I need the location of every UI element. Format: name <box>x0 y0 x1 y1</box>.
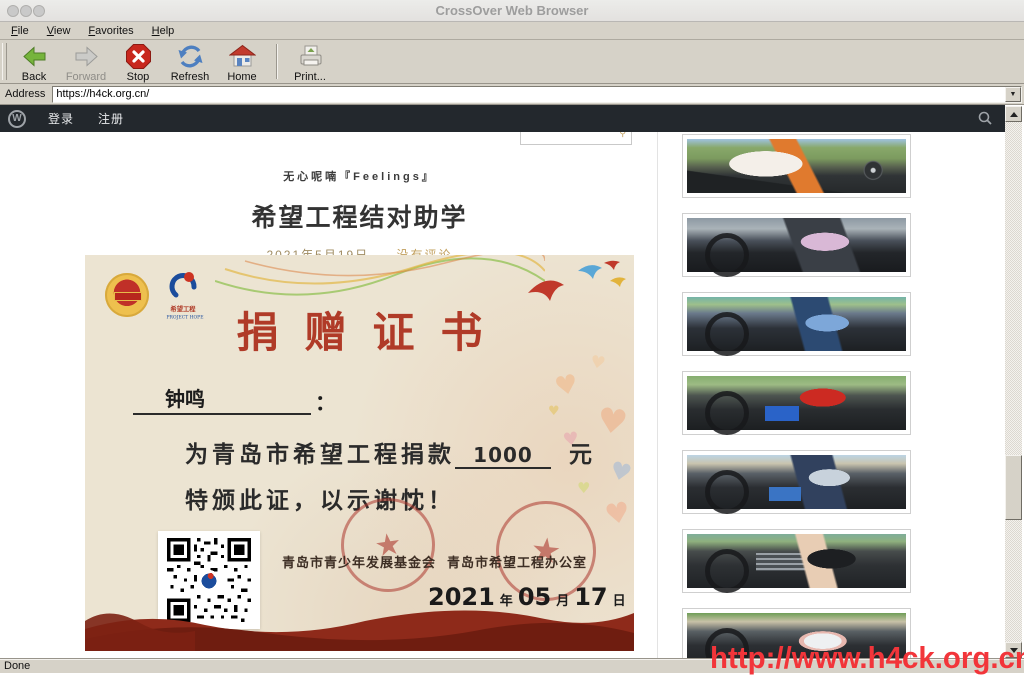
refresh-icon <box>178 45 202 67</box>
post-header: 无心呢喃『Feelings』 希望工程结对助学 2021年5月19日 没有评论 <box>85 132 634 263</box>
watermark-url: http://www.h4ck.org.cn <box>710 640 1024 675</box>
up-arrow-icon <box>1009 111 1018 117</box>
menu-item-file[interactable]: File <box>2 23 38 39</box>
title-bar: CrossOver Web Browser <box>0 0 1024 22</box>
status-text: Done <box>4 660 31 672</box>
scrollbar-thumb[interactable] <box>1005 455 1022 520</box>
recipient-name: 钟鸣 <box>165 387 205 411</box>
flying-birds-decoration <box>528 260 626 301</box>
project-hope-swirl-icon <box>169 272 197 298</box>
post-title: 希望工程结对助学 <box>251 204 468 232</box>
certificate-title: 捐赠证书 <box>236 308 509 357</box>
donation-certificate-image: 希望工程 PROJECT HOPE 捐赠证书 ♥ ♥ ♥ ♥ ♥ ♥ ♥ ♥ 钟… <box>85 255 634 651</box>
print-icon <box>300 45 321 65</box>
page-viewport: ⚲ 无心呢喃『Feelings』 希望工程结对助学 2021年5月19日 没有评… <box>0 132 1005 658</box>
sidebar-thumbnail-6[interactable] <box>683 530 910 594</box>
back-arrow-icon <box>22 45 45 67</box>
forward-arrow-icon <box>75 45 98 67</box>
home-icon <box>228 44 256 66</box>
post-category-link[interactable]: 无心呢喃『Feelings』 <box>85 168 634 184</box>
address-input[interactable] <box>53 87 1005 101</box>
red-waves-decoration <box>85 610 634 651</box>
address-dropdown-button[interactable]: ▼ <box>1005 86 1021 102</box>
browser-toolbar: Back Forward Stop Refresh Home Print... <box>0 40 1024 84</box>
certificate-org1: 青岛市青少年发展基金会 <box>282 556 437 571</box>
search-icon[interactable] <box>977 110 993 126</box>
heart-balloon-decoration: ♥ <box>577 479 591 497</box>
menu-item-help[interactable]: Help <box>143 23 184 39</box>
sidebar-thumbnail-3[interactable] <box>683 293 910 357</box>
wp-login-link[interactable]: 登录 <box>36 110 86 127</box>
sidebar-thumbnail-4[interactable] <box>683 372 910 436</box>
address-bar-row: Address ▼ <box>0 84 1024 105</box>
content-sidebar-divider <box>657 132 658 658</box>
heart-balloon-decoration: ♥ <box>606 455 634 489</box>
menu-item-favorites[interactable]: Favorites <box>79 23 142 39</box>
address-label: Address <box>5 88 46 100</box>
toolbar-separator <box>276 44 278 79</box>
wordpress-admin-bar: W 登录 注册 <box>0 105 1005 132</box>
heart-balloon-decoration: ♥ <box>602 495 633 532</box>
certificate-org2: 青岛市希望工程办公室 <box>447 556 588 571</box>
forward-button[interactable]: Forward <box>60 40 112 83</box>
menu-bar: File View Favorites Help <box>0 22 1024 40</box>
sidebar-thumbnail-1[interactable] <box>683 135 910 197</box>
home-button[interactable]: Home <box>216 40 268 83</box>
stop-button[interactable]: Stop <box>112 40 164 83</box>
heart-balloon-decoration: ♥ <box>588 351 607 375</box>
sidebar-thumbnail-5[interactable] <box>683 451 910 515</box>
heart-balloon-decoration: ♥ <box>552 368 582 404</box>
wordpress-logo-icon[interactable]: W <box>8 109 26 128</box>
sidebar-thumbnail-2[interactable] <box>683 214 910 278</box>
heart-balloon-decoration: ♥ <box>548 404 560 419</box>
recipient-underline <box>133 413 311 415</box>
menu-item-view[interactable]: View <box>38 23 80 39</box>
certificate-body-line1: 为青岛市希望工程捐款 1000 元 <box>185 441 592 469</box>
donation-amount: 1000 <box>455 443 551 469</box>
window-title: CrossOver Web Browser <box>435 3 589 18</box>
crossover-browser-window: { "window": { "title": "CrossOver Web Br… <box>0 0 1024 675</box>
back-button[interactable]: Back <box>8 40 60 83</box>
stop-icon <box>125 43 151 69</box>
vertical-scrollbar[interactable] <box>1005 106 1022 658</box>
print-button[interactable]: Print... <box>284 40 336 83</box>
address-field: ▼ <box>52 85 1022 103</box>
scrollbar-up-button[interactable] <box>1005 106 1022 122</box>
heart-balloon-decoration: ♥ <box>594 400 631 444</box>
wp-register-link[interactable]: 注册 <box>86 110 136 127</box>
refresh-button[interactable]: Refresh <box>164 40 216 83</box>
